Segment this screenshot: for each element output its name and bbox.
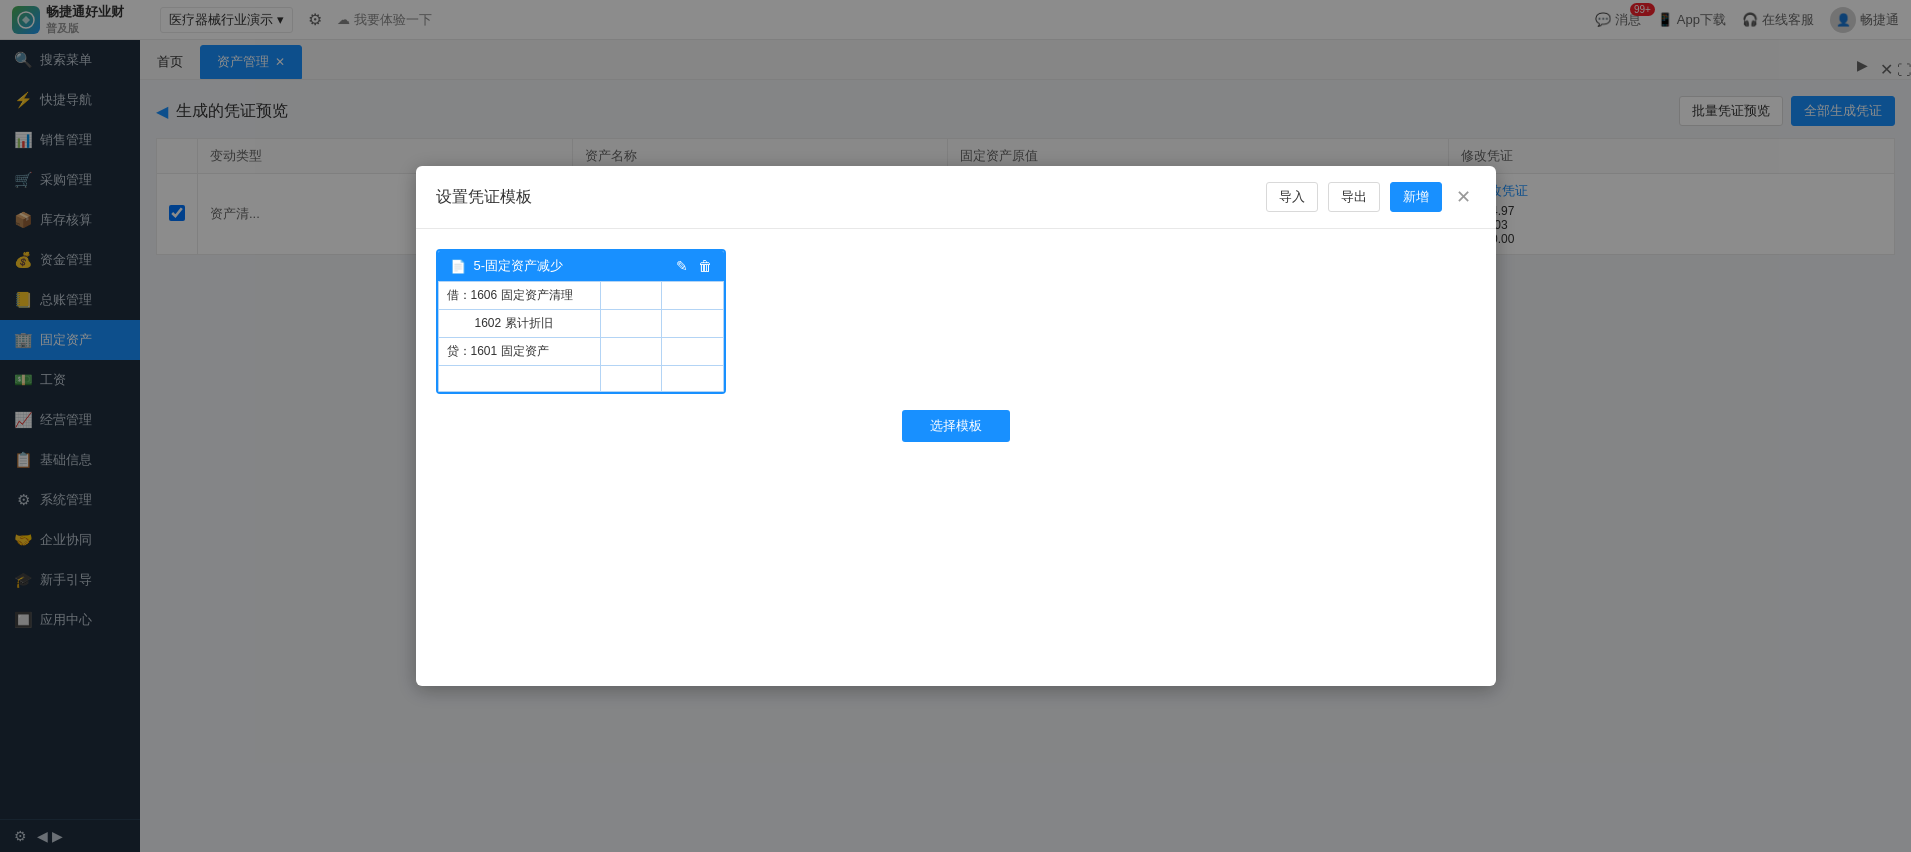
template-cards: 📄 5-固定资产减少 ✎ 🗑 借：1606 固定资产清理 — [436, 249, 1476, 394]
template-empty-row — [438, 366, 723, 392]
modal-header: 设置凭证模板 导入 导出 新增 ✕ — [416, 166, 1496, 229]
template-file-icon: 📄 — [450, 259, 466, 274]
template-entry-row: 借：1606 固定资产清理 — [438, 282, 723, 310]
template-card-title-area: 📄 5-固定资产减少 — [450, 257, 564, 275]
modal-close-btn[interactable]: ✕ — [1452, 185, 1476, 209]
modal-header-actions: 导入 导出 新增 ✕ — [1266, 182, 1476, 212]
entry-debit-1 — [601, 282, 662, 310]
template-card-title: 5-固定资产减少 — [474, 257, 564, 275]
template-card-action-btns: ✎ 🗑 — [676, 258, 712, 274]
entry-direction-1: 借：1606 固定资产清理 — [438, 282, 601, 310]
select-template-btn[interactable]: 选择模板 — [902, 410, 1010, 442]
entry-debit-2 — [601, 310, 662, 338]
template-table: 借：1606 固定资产清理 1602 累计折旧 — [438, 281, 724, 392]
template-entry-row: 贷：1601 固定资产 — [438, 338, 723, 366]
modal-overlay[interactable]: 设置凭证模板 导入 导出 新增 ✕ 📄 5-固定资产减少 — [0, 0, 1911, 852]
template-card-body: 借：1606 固定资产清理 1602 累计折旧 — [438, 281, 724, 392]
template-delete-btn[interactable]: 🗑 — [698, 258, 712, 274]
entry-credit-1 — [662, 282, 723, 310]
entry-credit-3 — [662, 338, 723, 366]
modal-body: 📄 5-固定资产减少 ✎ 🗑 借：1606 固定资产清理 — [416, 229, 1496, 686]
template-entry-row: 1602 累计折旧 — [438, 310, 723, 338]
entry-debit-3 — [601, 338, 662, 366]
modal-set-template: 设置凭证模板 导入 导出 新增 ✕ 📄 5-固定资产减少 — [416, 166, 1496, 686]
select-template-area: 选择模板 — [436, 410, 1476, 442]
import-btn[interactable]: 导入 — [1266, 182, 1318, 212]
template-card-1: 📄 5-固定资产减少 ✎ 🗑 借：1606 固定资产清理 — [436, 249, 726, 394]
template-card-header: 📄 5-固定资产减少 ✎ 🗑 — [438, 251, 724, 281]
modal-title: 设置凭证模板 — [436, 187, 532, 208]
entry-credit-2 — [662, 310, 723, 338]
export-btn[interactable]: 导出 — [1328, 182, 1380, 212]
entry-direction-3: 贷：1601 固定资产 — [438, 338, 601, 366]
template-edit-btn[interactable]: ✎ — [676, 258, 688, 274]
new-btn[interactable]: 新增 — [1390, 182, 1442, 212]
entry-direction-2: 1602 累计折旧 — [438, 310, 601, 338]
